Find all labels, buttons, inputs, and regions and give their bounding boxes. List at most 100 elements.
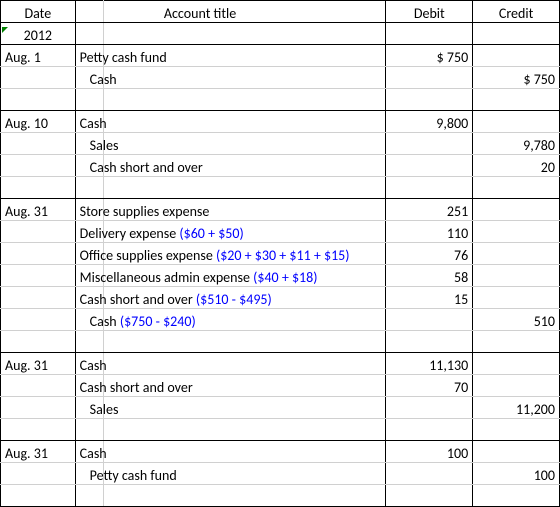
separator-row xyxy=(1,419,560,441)
header-title-left xyxy=(75,1,103,23)
credit-cell xyxy=(473,441,560,463)
date-cell xyxy=(1,67,76,89)
calc-note: ($40 + $18) xyxy=(250,269,318,286)
account-title: Store supplies expense xyxy=(80,203,210,220)
date-cell: Aug. 1 xyxy=(1,45,76,67)
title-cell xyxy=(103,133,386,155)
debit-cell xyxy=(386,133,473,155)
cell-marker-icon xyxy=(2,27,8,33)
table-row: Cash $ 750 xyxy=(1,67,560,89)
debit-cell xyxy=(386,67,473,89)
date-cell: Aug. 10 xyxy=(1,111,76,133)
account-title: Petty cash fund xyxy=(80,49,167,66)
debit-cell xyxy=(386,155,473,177)
account-title-indented: Sales xyxy=(80,401,119,418)
date-cell xyxy=(1,463,76,485)
table-row: Office supplies expense ($20 + $30 + $11… xyxy=(1,243,560,265)
table-row: Sales9,780 xyxy=(1,133,560,155)
header-date: Date xyxy=(1,1,76,23)
debit-cell xyxy=(386,309,473,331)
debit-cell: 251 xyxy=(386,199,473,221)
account-title-indented: Cash ($750 - $240) xyxy=(80,313,196,330)
year-cell: 2012 xyxy=(1,23,76,45)
credit-cell: 510 xyxy=(473,309,560,331)
table-row: Cash short and over20 xyxy=(1,155,560,177)
account-title-indented: Petty cash fund xyxy=(80,467,177,484)
date-cell xyxy=(1,221,76,243)
account-title: Delivery expense ($60 + $50) xyxy=(80,225,244,242)
separator-row xyxy=(1,177,560,199)
credit-cell: 20 xyxy=(473,155,560,177)
separator-row xyxy=(1,89,560,111)
account-title: Cash xyxy=(80,357,107,374)
account-title: Cash xyxy=(80,115,107,132)
separator-row xyxy=(1,331,560,353)
credit-cell xyxy=(473,375,560,397)
table-row: Sales 11,200 xyxy=(1,397,560,419)
debit-cell: 15 xyxy=(386,287,473,309)
title-cell xyxy=(103,67,386,89)
credit-cell: $ 750 xyxy=(473,67,560,89)
calc-note: ($750 - $240) xyxy=(117,313,196,330)
header-debit: Debit xyxy=(386,1,473,23)
table-row: Cash short and over 70 xyxy=(1,375,560,397)
account-title: Miscellaneous admin expense ($40 + $18) xyxy=(80,269,318,286)
table-row: Aug. 1Petty cash fund $ 750 xyxy=(1,45,560,67)
credit-cell xyxy=(473,111,560,133)
debit-cell: 76 xyxy=(386,243,473,265)
debit-cell xyxy=(386,463,473,485)
credit-cell xyxy=(473,199,560,221)
date-cell xyxy=(1,133,76,155)
date-cell: Aug. 31 xyxy=(1,353,76,375)
date-cell xyxy=(1,265,76,287)
account-title: Cash short and over xyxy=(80,379,193,396)
separator-row xyxy=(1,485,560,507)
date-cell: Aug. 31 xyxy=(1,441,76,463)
table-row: Aug. 31Cash100 xyxy=(1,441,560,463)
debit-cell: 11,130 xyxy=(386,353,473,375)
date-cell xyxy=(1,287,76,309)
year-row: 2012 xyxy=(1,23,560,45)
date-cell xyxy=(1,155,76,177)
header-title: Account title xyxy=(103,1,386,23)
table-row: Aug. 31Cash 11,130 xyxy=(1,353,560,375)
header-credit: Credit xyxy=(473,1,560,23)
debit-cell xyxy=(386,397,473,419)
account-title-indented: Sales xyxy=(80,137,119,154)
title-cell xyxy=(103,353,386,375)
calc-note: ($60 + $50) xyxy=(176,225,244,242)
debit-cell: 110 xyxy=(386,221,473,243)
date-cell xyxy=(1,397,76,419)
table-row: Cash short and over ($510 - $495) 15 xyxy=(1,287,560,309)
table-row: Miscellaneous admin expense ($40 + $18) 5… xyxy=(1,265,560,287)
title-cell xyxy=(103,397,386,419)
credit-cell xyxy=(473,353,560,375)
credit-cell xyxy=(473,45,560,67)
table-row: Petty cash fund 100 xyxy=(1,463,560,485)
journal-table: Date Account title Debit Credit 2012 Aug… xyxy=(0,0,560,507)
credit-cell xyxy=(473,265,560,287)
table-row: Aug. 31Store supplies expense 251 xyxy=(1,199,560,221)
table-row: Cash ($750 - $240) 510 xyxy=(1,309,560,331)
table-row: Delivery expense ($60 + $50) 110 xyxy=(1,221,560,243)
credit-cell xyxy=(473,243,560,265)
account-title: Cash short and over ($510 - $495) xyxy=(80,291,272,308)
calc-note: ($20 + $30 + $11 + $15) xyxy=(213,247,350,264)
credit-cell: 100 xyxy=(473,463,560,485)
title-cell xyxy=(103,441,386,463)
date-cell: Aug. 31 xyxy=(1,199,76,221)
debit-cell: 70 xyxy=(386,375,473,397)
calc-note: ($510 - $495) xyxy=(193,291,272,308)
header-row: Date Account title Debit Credit xyxy=(1,1,560,23)
credit-cell xyxy=(473,287,560,309)
debit-cell: 58 xyxy=(386,265,473,287)
date-cell xyxy=(1,375,76,397)
date-cell xyxy=(1,309,76,331)
debit-cell: $ 750 xyxy=(386,45,473,67)
date-cell xyxy=(1,243,76,265)
credit-cell: 11,200 xyxy=(473,397,560,419)
account-title-indented: Cash xyxy=(80,71,117,88)
table-row: Aug. 10Cash9,800 xyxy=(1,111,560,133)
credit-cell xyxy=(473,221,560,243)
title-cell xyxy=(103,111,386,133)
